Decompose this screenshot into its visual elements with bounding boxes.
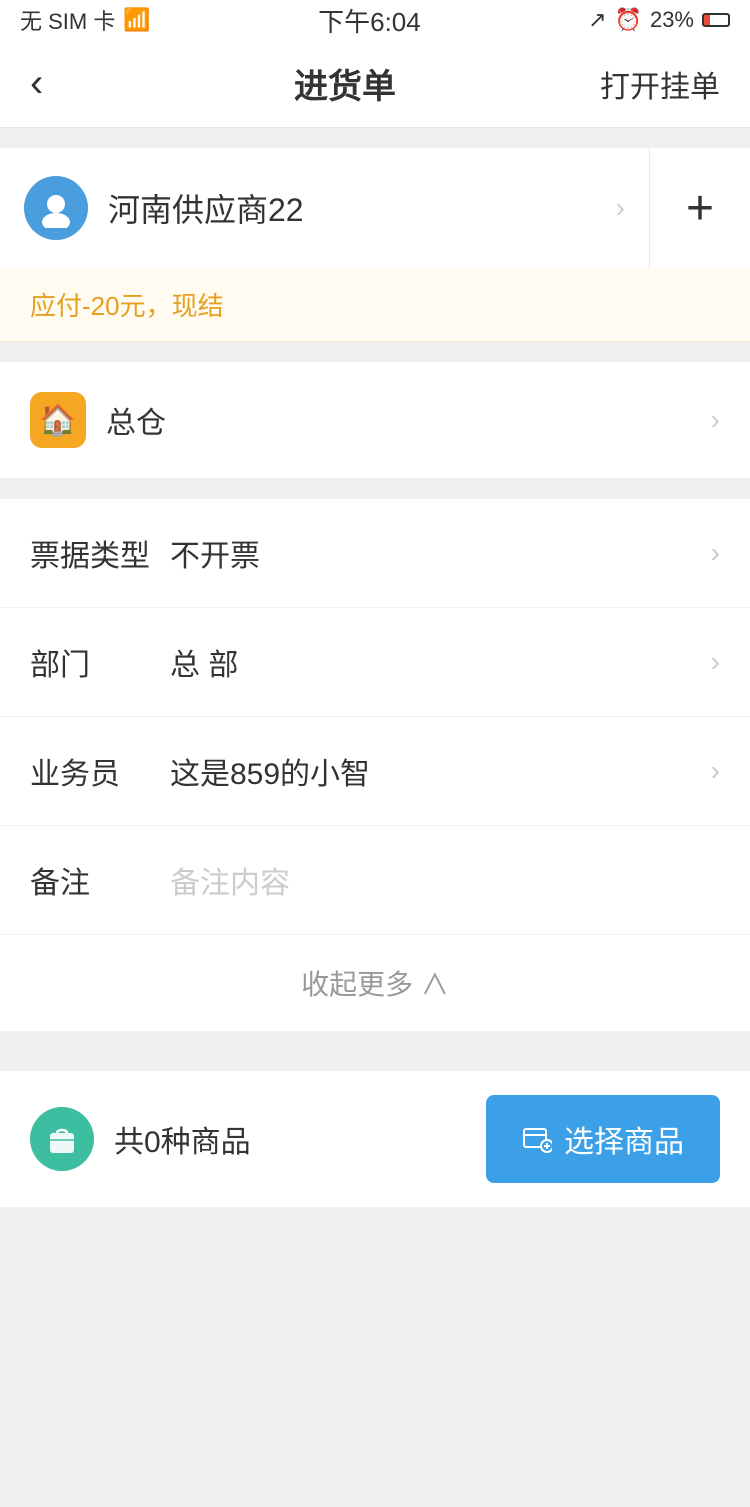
warehouse-label: 总仓 [106, 398, 711, 442]
page-title: 进货单 [294, 59, 396, 108]
battery-text: 23% [650, 7, 694, 33]
product-count: 共0种商品 [114, 1117, 486, 1161]
product-bag-icon [44, 1121, 80, 1157]
no-sim-text: 无 SIM 卡 [20, 4, 115, 36]
remark-label: 备注 [30, 858, 170, 902]
department-label: 部门 [30, 640, 170, 684]
open-pending-button[interactable]: 打开挂单 [600, 62, 720, 106]
page-background [0, 1207, 750, 1507]
divider-2 [0, 342, 750, 362]
supplier-avatar [24, 176, 88, 240]
status-left: 无 SIM 卡 📶 [20, 4, 151, 36]
remark-row[interactable]: 备注 备注内容 [0, 826, 750, 935]
collapse-label: 收起更多 ∧ [301, 963, 449, 1003]
battery-icon [702, 13, 730, 27]
department-row[interactable]: 部门 总 部 › [0, 608, 750, 717]
divider-4 [0, 1031, 750, 1051]
location-icon: ↗ [588, 7, 606, 33]
bottom-bar: 共0种商品 选择商品 [0, 1071, 750, 1207]
supplier-name: 河南供应商22 [108, 185, 606, 231]
info-banner: 应付-20元，现结 [0, 268, 750, 342]
status-bar: 无 SIM 卡 📶 下午6:04 ↗ ⏰ 23% [0, 0, 750, 40]
supplier-select-row[interactable]: 河南供应商22 › [0, 148, 650, 268]
supplier-chevron-icon: › [616, 192, 625, 224]
warehouse-row[interactable]: 🏠 总仓 › [0, 362, 750, 479]
divider-1 [0, 128, 750, 148]
supplier-add-button[interactable]: + [650, 153, 750, 264]
supplier-section: 河南供应商22 › + [0, 148, 750, 268]
nav-bar: ‹ 进货单 打开挂单 [0, 40, 750, 128]
select-product-icon [522, 1124, 552, 1154]
warehouse-icon: 🏠 [39, 403, 76, 438]
department-value: 总 部 [170, 640, 701, 684]
back-button[interactable]: ‹ [30, 61, 90, 106]
salesperson-row[interactable]: 业务员 这是859的小智 › [0, 717, 750, 826]
status-right: ↗ ⏰ 23% [588, 7, 730, 33]
alarm-icon: ⏰ [615, 7, 642, 33]
ticket-type-chevron-icon: › [711, 537, 720, 569]
ticket-type-value: 不开票 [170, 531, 701, 575]
department-chevron-icon: › [711, 646, 720, 678]
collapse-row[interactable]: 收起更多 ∧ [0, 935, 750, 1031]
status-time: 下午6:04 [318, 2, 421, 39]
select-product-button[interactable]: 选择商品 [486, 1095, 720, 1183]
ticket-type-row[interactable]: 票据类型 不开票 › [0, 499, 750, 608]
ticket-type-label: 票据类型 [30, 531, 170, 575]
product-icon-wrap [30, 1107, 94, 1171]
salesperson-chevron-icon: › [711, 755, 720, 787]
select-product-label: 选择商品 [564, 1117, 684, 1161]
warehouse-icon-wrap: 🏠 [30, 392, 86, 448]
divider-3 [0, 479, 750, 499]
user-avatar-icon [36, 188, 76, 228]
warehouse-chevron-icon: › [711, 404, 720, 436]
remark-input[interactable]: 备注内容 [170, 858, 720, 902]
salesperson-label: 业务员 [30, 749, 170, 793]
salesperson-value: 这是859的小智 [170, 749, 701, 793]
wifi-icon: 📶 [123, 7, 150, 33]
